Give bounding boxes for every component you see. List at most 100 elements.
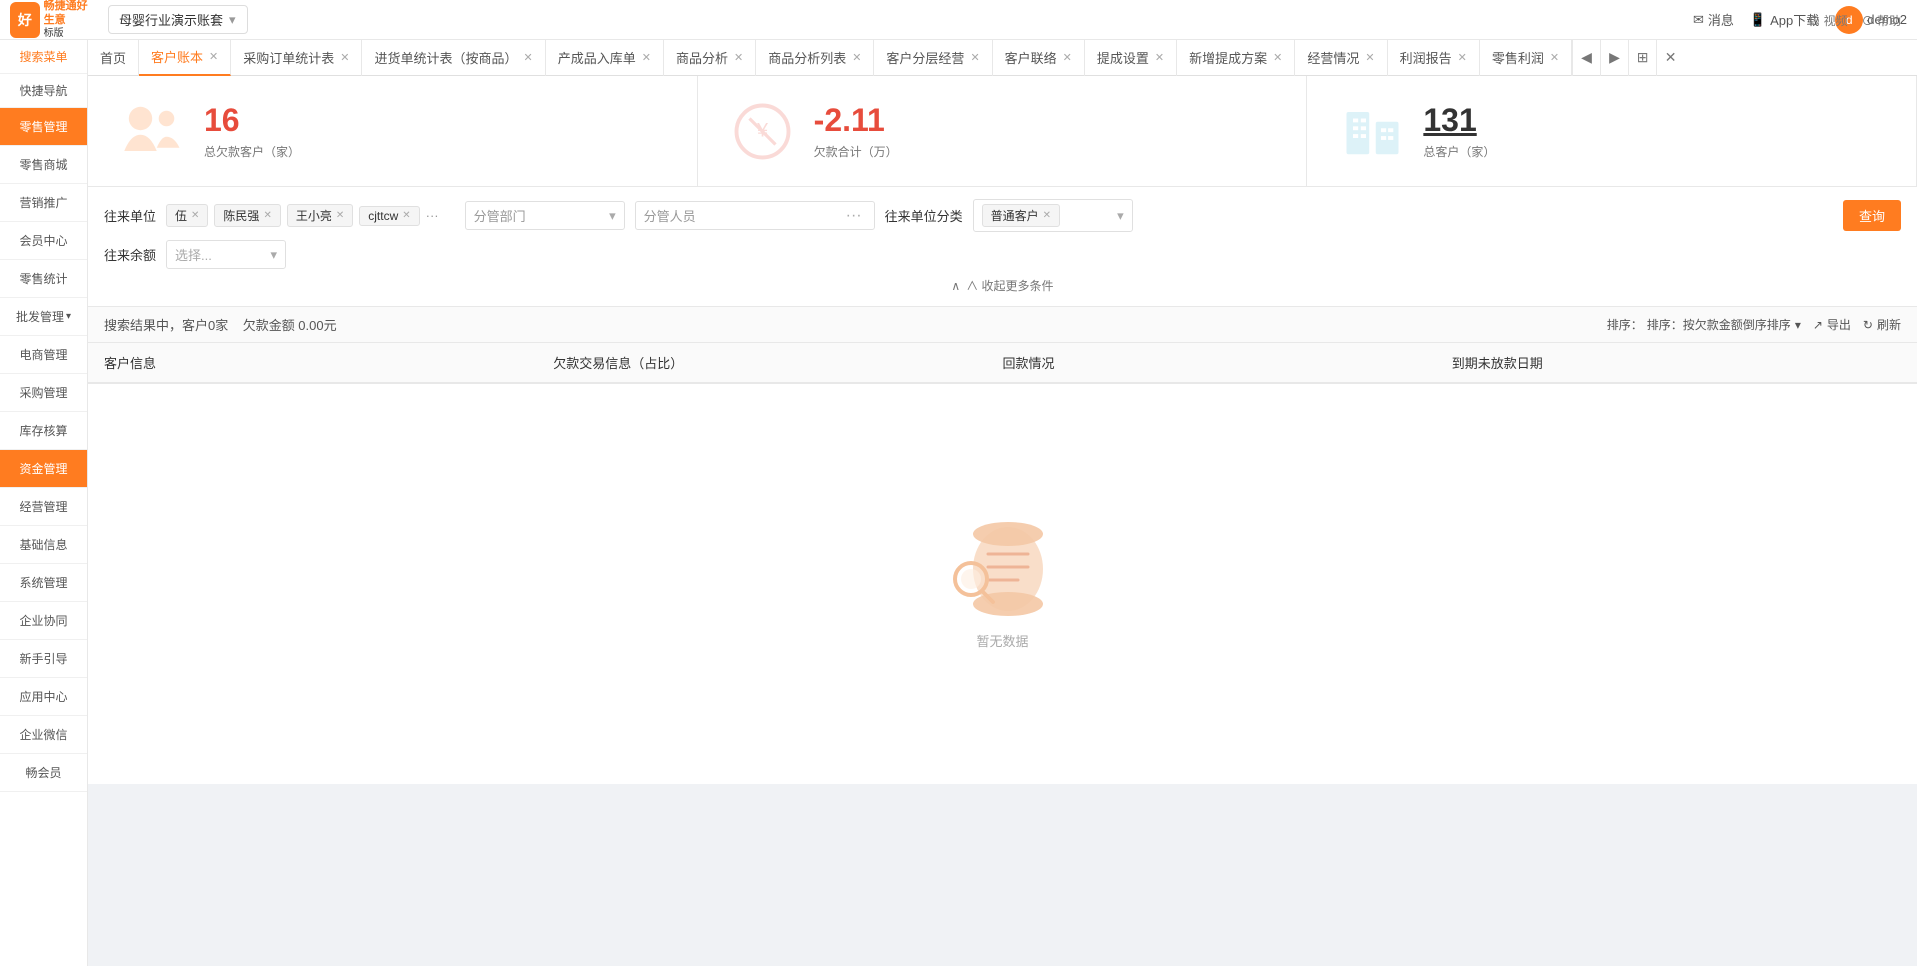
sidebar-item-retail-mgmt[interactable]: 零售管理 (0, 108, 87, 146)
wholesale-arrow: ▾ (66, 311, 71, 322)
filter-area: 往来单位 伍 ✕ 陈民强 ✕ 王小亮 (88, 187, 1917, 307)
tab-close-all-btn[interactable]: ✕ (1656, 40, 1684, 76)
sidebar-item-enterprise[interactable]: 企业协同 (0, 602, 87, 640)
sidebar: 搜索菜单 快捷导航 零售管理 零售商城 营销推广 会员中心 零售统计 批发管理▾… (0, 40, 88, 966)
person-select[interactable]: 分管人员 ··· (635, 201, 875, 230)
result-summary: 搜索结果中，客户0家 欠款金额 0.00元 排序： 排序：按欠款金额倒序排序 ▾… (88, 307, 1917, 343)
tab-customer-ledger[interactable]: 客户账本 ✕ (139, 40, 231, 76)
category-select[interactable]: 普通客户 ✕ ▾ (973, 199, 1133, 232)
selector-arrow: ▾ (229, 12, 236, 28)
filter-tag-wang: 王小亮 ✕ (287, 204, 353, 227)
total-customers-info: 131 总客户（家） (1423, 102, 1495, 160)
download-icon: 📱 (1750, 12, 1766, 28)
stats-row: 16 总欠款客户（家） ¥ -2.1 (88, 76, 1917, 187)
tab-close-add-commission[interactable]: ✕ (1273, 51, 1282, 64)
stat-card-total-customers: 131 总客户（家） (1307, 76, 1917, 186)
table-header: 客户信息 欠款交易信息（占比） 回款情况 到期未放款日期 (88, 343, 1917, 384)
sidebar-item-guide[interactable]: 新手引导 (0, 640, 87, 678)
col-header-due-date: 到期未放款日期 (1452, 353, 1901, 372)
tab-close-customer-ledger[interactable]: ✕ (209, 50, 218, 63)
sidebar-item-wholesale[interactable]: 批发管理▾ (0, 298, 87, 336)
sidebar-item-finance[interactable]: 资金管理 (0, 450, 87, 488)
logo-icon: 好 (10, 2, 40, 38)
sidebar-item-app-center[interactable]: 应用中心 (0, 678, 87, 716)
tab-product-analysis-list[interactable]: 商品分析列表 ✕ (756, 40, 874, 76)
sidebar-item-member-center[interactable]: 会员中心 (0, 222, 87, 260)
tab-profit-report[interactable]: 利润报告 ✕ (1388, 40, 1480, 76)
sidebar-item-operation[interactable]: 经营管理 (0, 488, 87, 526)
balance-select[interactable]: 选择... ▾ (166, 240, 286, 269)
sidebar-item-basic-info[interactable]: 基础信息 (0, 526, 87, 564)
filter-label-category: 往来单位分类 (885, 206, 963, 225)
sidebar-item-retail-stats[interactable]: 零售统计 (0, 260, 87, 298)
tab-business-overview[interactable]: 经营情况 ✕ (1295, 40, 1387, 76)
tab-close-purchase-stats[interactable]: ✕ (340, 51, 349, 64)
tab-close-retail-profit[interactable]: ✕ (1550, 51, 1559, 64)
total-customers-value[interactable]: 131 (1423, 102, 1495, 139)
tab-commission-settings[interactable]: 提成设置 ✕ (1085, 40, 1177, 76)
sidebar-item-marketing[interactable]: 营销推广 (0, 184, 87, 222)
tab-close-inbound-stats[interactable]: ✕ (524, 51, 533, 64)
data-table: 客户信息 欠款交易信息（占比） 回款情况 到期未放款日期 (88, 343, 1917, 784)
tab-product-inbound[interactable]: 产成品入库单 ✕ (546, 40, 664, 76)
tag-close-cjttcw[interactable]: ✕ (402, 210, 410, 221)
filter-label-balance: 往来余额 (104, 245, 156, 264)
tab-inbound-stats[interactable]: 进货单统计表（按商品） ✕ (362, 40, 545, 76)
sidebar-item-system[interactable]: 系统管理 (0, 564, 87, 602)
top-bar: 好 畅捷通好生意 标版 母婴行业演示账套 ▾ ✉ 消息 📱 App下载 d de… (0, 0, 1917, 40)
tab-add-commission[interactable]: 新增提成方案 ✕ (1177, 40, 1295, 76)
col-header-repayment: 回款情况 (1003, 353, 1452, 372)
tab-customer-segment[interactable]: 客户分层经营 ✕ (874, 40, 992, 76)
tab-close-product-inbound[interactable]: ✕ (642, 51, 651, 64)
tag-close-chen[interactable]: ✕ (263, 210, 271, 221)
more-tags[interactable]: ··· (426, 208, 439, 223)
tab-close-customer-segment[interactable]: ✕ (970, 51, 979, 64)
tab-close-profit-report[interactable]: ✕ (1458, 51, 1467, 64)
tab-next-btn[interactable]: ▶ (1600, 40, 1628, 76)
account-selector[interactable]: 母婴行业演示账套 ▾ (108, 5, 248, 34)
sidebar-item-purchase[interactable]: 采购管理 (0, 374, 87, 412)
collapse-btn[interactable]: ∧ ∧ 收起更多条件 (951, 277, 1053, 294)
tab-close-customer-contact[interactable]: ✕ (1063, 51, 1072, 64)
sort-select[interactable]: 排序： 排序：按欠款金额倒序排序 ▾ (1607, 316, 1801, 333)
logo-text: 畅捷通好生意 标版 (44, 0, 98, 40)
sidebar-item-member[interactable]: 畅会员 (0, 754, 87, 792)
stat-card-customers: 16 总欠款客户（家） (88, 76, 698, 186)
tag-close-wu[interactable]: ✕ (191, 210, 199, 221)
tab-home[interactable]: 首页 (88, 40, 139, 76)
tab-product-analysis[interactable]: 商品分析 ✕ (664, 40, 756, 76)
tab-purchase-stats[interactable]: 采购订单统计表 ✕ (231, 40, 362, 76)
category-tag-close[interactable]: ✕ (1043, 210, 1051, 221)
tab-customer-contact[interactable]: 客户联络 ✕ (993, 40, 1085, 76)
debt-label: 欠款合计（万） (814, 143, 898, 160)
tab-close-product-analysis-list[interactable]: ✕ (852, 51, 861, 64)
col-header-customer: 客户信息 (104, 353, 553, 372)
tag-close-wang[interactable]: ✕ (336, 210, 344, 221)
tab-expand-btn[interactable]: ⊞ (1628, 40, 1656, 76)
query-button[interactable]: 查询 (1843, 200, 1901, 231)
col-header-debt-info: 欠款交易信息（占比） (553, 353, 1002, 372)
export-btn[interactable]: ↗ 导出 (1813, 316, 1851, 333)
export-icon: ↗ (1813, 318, 1823, 332)
filter-tags-unit: 伍 ✕ 陈民强 ✕ 王小亮 ✕ (166, 204, 439, 227)
sidebar-item-ecommerce[interactable]: 电商管理 (0, 336, 87, 374)
debt-info: -2.11 欠款合计（万） (814, 102, 898, 160)
customers-value: 16 (204, 102, 300, 139)
customers-info: 16 总欠款客户（家） (204, 102, 300, 160)
person-dots[interactable]: ··· (842, 207, 866, 225)
tab-prev-btn[interactable]: ◀ (1572, 40, 1600, 76)
sidebar-item-wechat[interactable]: 企业微信 (0, 716, 87, 754)
dept-select[interactable]: 分管部门 ▾ (465, 201, 625, 230)
tab-retail-profit[interactable]: 零售利润 ✕ (1480, 40, 1572, 76)
tab-close-commission-settings[interactable]: ✕ (1155, 51, 1164, 64)
category-tag-normal: 普通客户 ✕ (982, 204, 1060, 227)
sidebar-item-inventory[interactable]: 库存核算 (0, 412, 87, 450)
message-btn[interactable]: ✉ 消息 (1693, 10, 1734, 29)
quick-nav[interactable]: 快捷导航 (0, 74, 87, 108)
tab-close-product-analysis[interactable]: ✕ (734, 51, 743, 64)
refresh-btn[interactable]: ↻ 刷新 (1863, 316, 1901, 333)
search-menu[interactable]: 搜索菜单 (0, 40, 87, 74)
logo-area: 好 畅捷通好生意 标版 (10, 0, 98, 40)
tab-close-business-overview[interactable]: ✕ (1365, 51, 1374, 64)
sidebar-item-retail-mall[interactable]: 零售商城 (0, 146, 87, 184)
